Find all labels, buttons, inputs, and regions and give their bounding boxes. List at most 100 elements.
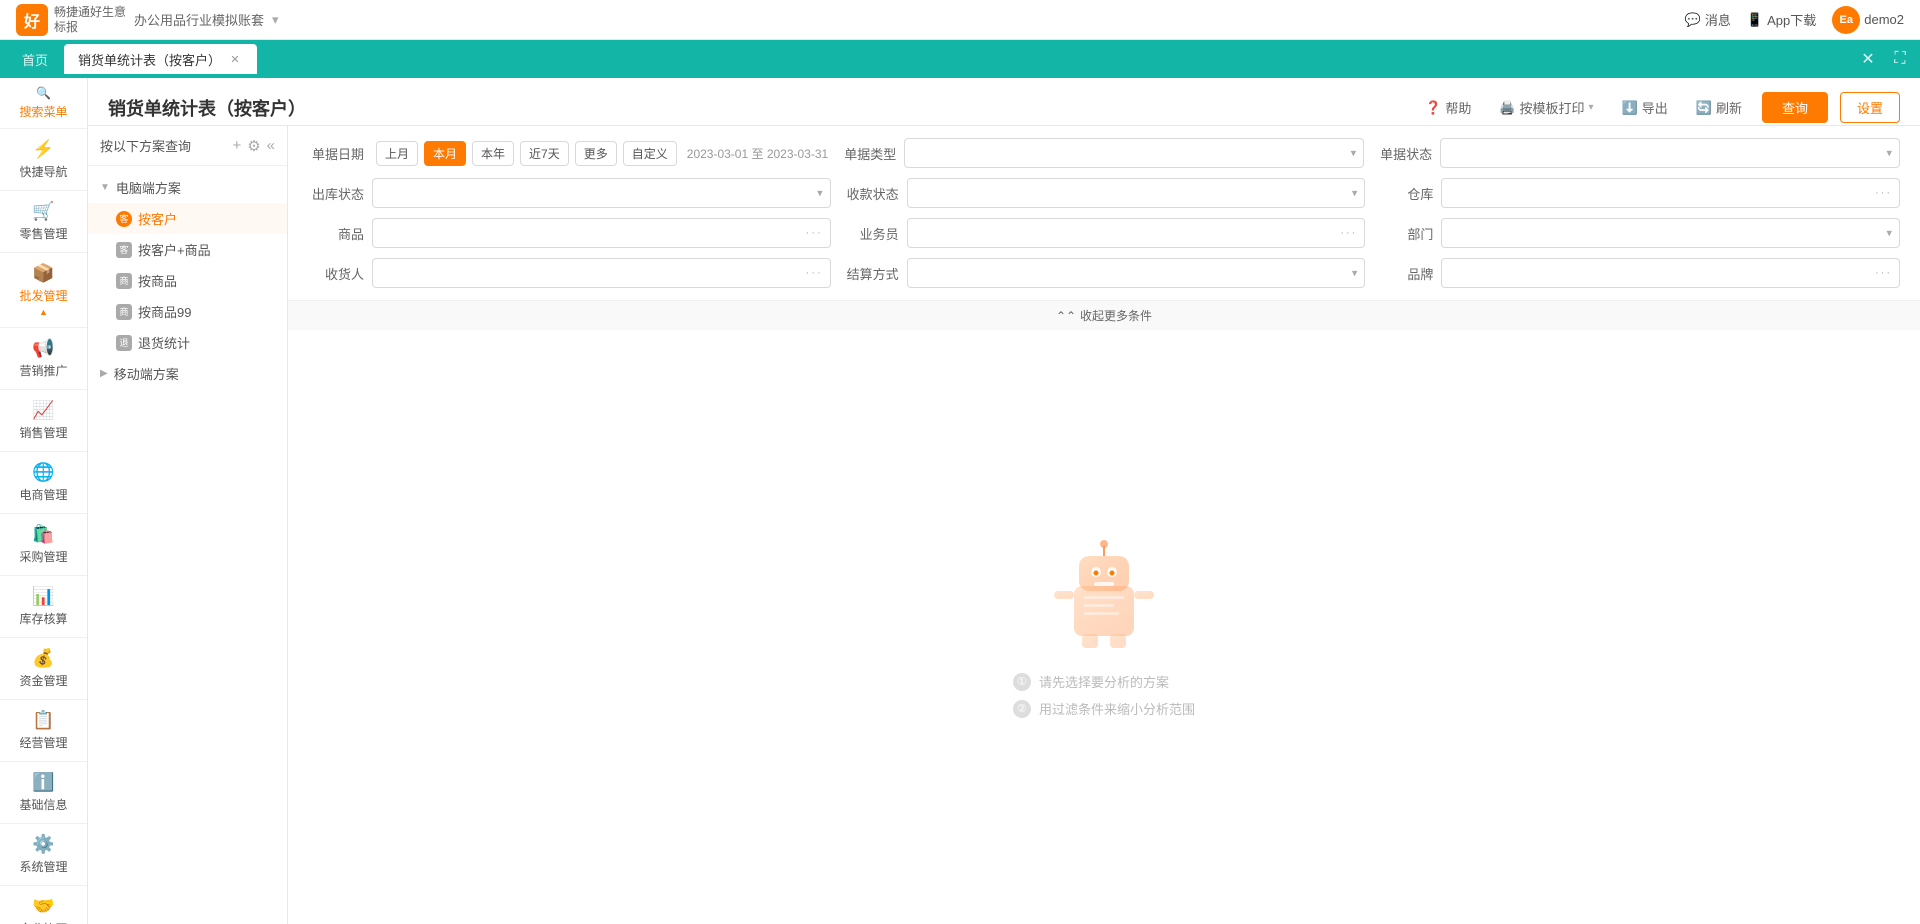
filter-row-3: 商品 ··· 业务员 ···	[308, 218, 1900, 248]
settings-scheme-icon[interactable]: ⚙	[247, 137, 260, 155]
goods-label: 商品	[308, 224, 364, 243]
tree-item-by-goods-99[interactable]: 商 按商品99	[88, 296, 287, 327]
close-window-button[interactable]: ✕	[1856, 47, 1880, 71]
message-icon: 💬	[1685, 12, 1701, 28]
sidebar-item-ecommerce[interactable]: 🌐 电商管理	[0, 452, 87, 514]
finance-icon: 💰	[32, 648, 54, 669]
date-label: 单据日期	[308, 144, 364, 163]
tree-group-mobile[interactable]: ▶ 移动端方案	[88, 358, 287, 389]
tree-item-customer-goods[interactable]: 客 按客户+商品	[88, 234, 287, 265]
scheme-icon-2: 客	[116, 242, 132, 258]
receiver-select[interactable]: ···	[372, 258, 831, 288]
query-button[interactable]: 查询	[1762, 92, 1828, 123]
print-dropdown-icon[interactable]: ▾	[1589, 102, 1594, 113]
receiver-group: 收货人 ···	[308, 258, 831, 288]
date-btn-more[interactable]: 更多	[575, 141, 617, 166]
page-title: 销货单统计表（按客户）	[108, 95, 306, 121]
brand-select[interactable]: ···	[1441, 258, 1900, 288]
sidebar-item-finance[interactable]: 💰 资金管理	[0, 638, 87, 700]
tree-section: ▼ 电脑端方案 客 按客户 客 按客户+商品 商 按商品	[88, 166, 287, 395]
export-button[interactable]: ⬇️ 导出	[1614, 94, 1676, 121]
help-button[interactable]: ❓ 帮助	[1417, 94, 1479, 121]
message-button[interactable]: 💬 消息	[1685, 10, 1731, 29]
settings-button[interactable]: 设置	[1840, 92, 1900, 123]
settle-method-select[interactable]: ▾	[907, 258, 1366, 288]
tab-close-icon[interactable]: ✕	[227, 51, 243, 67]
help-icon: ❓	[1425, 100, 1441, 116]
tab-sales-stats[interactable]: 销货单统计表（按客户） ✕	[64, 44, 257, 74]
scheme-icon-3: 商	[116, 273, 132, 289]
avatar: Ea	[1832, 6, 1860, 34]
tree-item-by-goods[interactable]: 商 按商品	[88, 265, 287, 296]
filter-row-4: 收货人 ··· 结算方式 ▾	[308, 258, 1900, 288]
bill-type-select[interactable]: ▾	[904, 138, 1364, 168]
app-download-button[interactable]: 📱 App下载	[1747, 10, 1816, 29]
date-btn-this-year[interactable]: 本年	[472, 141, 514, 166]
refresh-button[interactable]: 🔄 刷新	[1688, 94, 1750, 121]
date-buttons: 上月 本月 本年 近7天 更多 自定义 2023-03-01 至 2023-03…	[376, 141, 828, 166]
sidebar-item-inventory[interactable]: 📊 库存核算	[0, 576, 87, 638]
user-menu[interactable]: Ea demo2	[1832, 6, 1904, 34]
collapse-panel-icon[interactable]: «	[267, 137, 275, 155]
inventory-icon: 📊	[32, 586, 54, 607]
tree-item-return-stats[interactable]: 退 退货统计	[88, 327, 287, 358]
hint-num-2: ②	[1013, 700, 1031, 718]
out-status-select[interactable]: ▾	[372, 178, 831, 208]
basic-info-icon: ℹ️	[32, 772, 54, 793]
content-area: 销货单统计表（按客户） ❓ 帮助 🖨️ 按模板打印 ▾ ⬇️ 导出 🔄 刷新	[88, 78, 1920, 924]
sidebar-item-basic-info[interactable]: ℹ️ 基础信息	[0, 762, 87, 824]
brand-label: 品牌	[1377, 264, 1433, 283]
main-layout: 🔍 搜索菜单 ⚡ 快捷导航 🛒 零售管理 📦 批发管理 ▲ 📢 营销推广 📈 销…	[0, 78, 1920, 924]
app-title-bar: 办公用品行业模拟账套 ▾	[134, 10, 279, 29]
sidebar-item-purchase[interactable]: 🛍️ 采购管理	[0, 514, 87, 576]
goods-select[interactable]: ···	[372, 218, 831, 248]
sidebar-item-quick-nav[interactable]: ⚡ 快捷导航	[0, 129, 87, 191]
receive-status-select[interactable]: ▾	[907, 178, 1366, 208]
tree-group-desktop[interactable]: ▼ 电脑端方案	[88, 172, 287, 203]
sidebar-item-marketing[interactable]: 📢 营销推广	[0, 328, 87, 390]
sidebar-item-operations[interactable]: 📋 经营管理	[0, 700, 87, 762]
salesman-select[interactable]: ···	[907, 218, 1366, 248]
sidebar-item-system[interactable]: ⚙️ 系统管理	[0, 824, 87, 886]
sidebar-item-retail[interactable]: 🛒 零售管理	[0, 191, 87, 253]
warehouse-select[interactable]: ···	[1441, 178, 1900, 208]
header-right: 💬 消息 📱 App下载 Ea demo2	[1685, 6, 1904, 34]
tab-home[interactable]: 首页	[8, 44, 62, 74]
bill-type-group: 单据类型 ▾	[840, 138, 1364, 168]
collapse-up-icon: ⌃⌃	[1056, 309, 1076, 323]
sidebar-item-cooperation[interactable]: 🤝 企业协同	[0, 886, 87, 924]
print-button[interactable]: 🖨️ 按模板打印 ▾	[1491, 94, 1601, 121]
retail-icon: 🛒	[32, 201, 54, 222]
brand-group: 品牌 ···	[1377, 258, 1900, 288]
data-area: ① 请先选择要分析的方案 ② 用过滤条件来缩小分析范围	[288, 330, 1920, 924]
left-panel-header: 按以下方案查询 + ⚙ «	[88, 126, 287, 166]
app-subtitle: 办公用品行业模拟账套	[134, 10, 264, 29]
bill-type-label: 单据类型	[840, 144, 896, 163]
date-range-text: 2023-03-01 至 2023-03-31	[687, 145, 828, 162]
sidebar-item-search[interactable]: 🔍 搜索菜单	[0, 78, 87, 129]
cooperation-icon: 🤝	[32, 896, 54, 917]
sales-icon: 📈	[32, 400, 54, 421]
bill-status-select[interactable]: ▾	[1440, 138, 1900, 168]
dropdown-icon[interactable]: ▾	[272, 12, 279, 28]
purchase-icon: 🛍️	[32, 524, 54, 545]
filter-row-1: 单据日期 上月 本月 本年 近7天 更多 自定义 2023-03-01 至 20…	[308, 138, 1900, 168]
date-btn-custom[interactable]: 自定义	[623, 141, 677, 166]
tree-item-by-customer[interactable]: 客 按客户	[88, 203, 287, 234]
date-btn-this-month[interactable]: 本月	[424, 141, 466, 166]
left-panel: 按以下方案查询 + ⚙ « ▼ 电脑端方案 客	[88, 126, 288, 924]
sidebar-item-wholesale[interactable]: 📦 批发管理 ▲	[0, 253, 87, 328]
sidebar-item-sales[interactable]: 📈 销售管理	[0, 390, 87, 452]
collapse-bar[interactable]: ⌃⌃ 收起更多条件	[288, 300, 1920, 330]
ecommerce-icon: 🌐	[32, 462, 54, 483]
department-select[interactable]: ▾	[1441, 218, 1900, 248]
logo-area: 好 畅捷通好生意 标报	[16, 4, 126, 36]
date-btn-last-month[interactable]: 上月	[376, 141, 418, 166]
header-left: 好 畅捷通好生意 标报 办公用品行业模拟账套 ▾	[16, 4, 279, 36]
maximize-window-button[interactable]: ⛶	[1888, 47, 1912, 71]
goods-group: 商品 ···	[308, 218, 831, 248]
date-btn-last-7-days[interactable]: 近7天	[520, 141, 569, 166]
add-scheme-icon[interactable]: +	[232, 137, 241, 155]
system-icon: ⚙️	[32, 834, 54, 855]
collapse-label: 收起更多条件	[1080, 307, 1152, 324]
